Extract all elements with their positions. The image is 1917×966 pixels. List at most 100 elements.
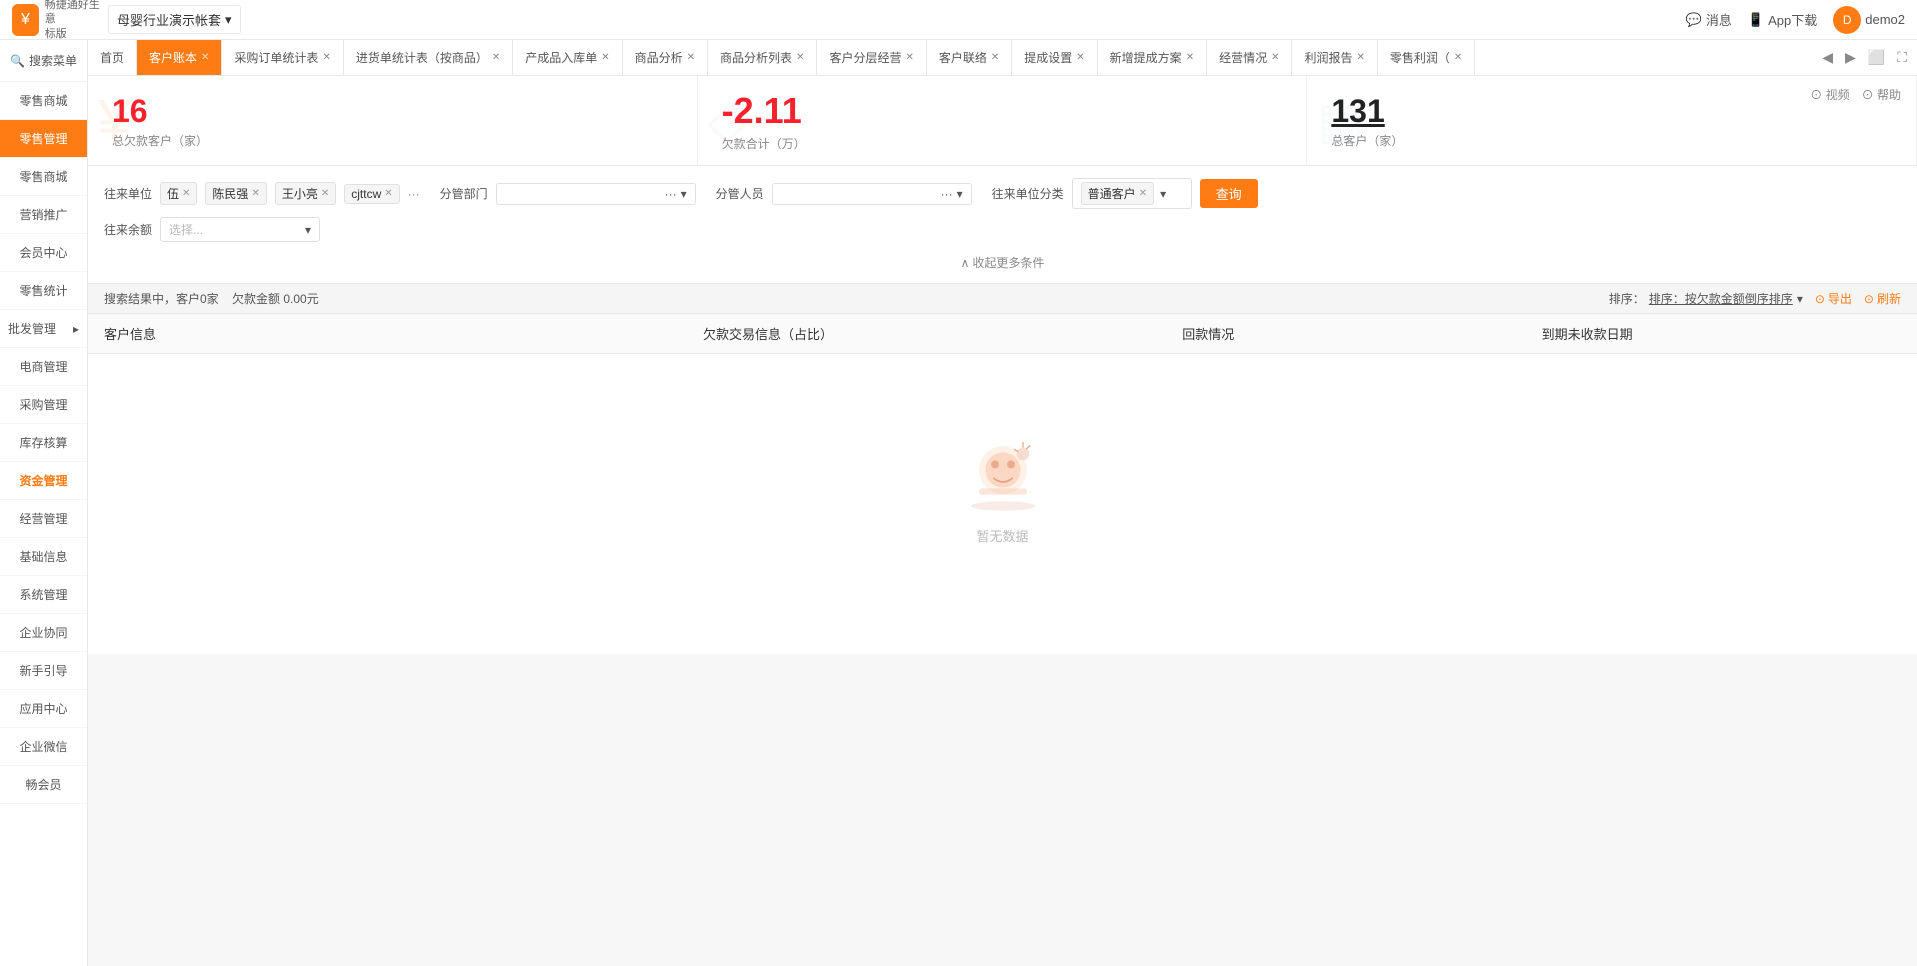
filter-row-1: 往来单位 伍 ✕ 陈民强 ✕ 王小亮 ✕ cjttcw [104,178,1901,209]
sidebar-item-marketing[interactable]: 营销推广 [0,196,87,234]
collapse-button[interactable]: ∧ 收起更多条件 [961,250,1045,275]
tab-close-icon[interactable]: ✕ [1454,52,1462,63]
query-button[interactable]: 查询 [1200,179,1258,208]
tab-fullscreen-button[interactable]: ⛶ [1893,47,1911,68]
page-content: ¥ 16 总欠款客户（家） ◇ -2.11 欠款合计（万） ▦ 131 总客户（… [88,76,1917,966]
tab-close-icon[interactable]: ✕ [601,52,609,63]
balance-selector[interactable]: 选择... ▾ [160,217,320,242]
sidebar-item-retail-mgmt[interactable]: 零售管理 [0,120,87,158]
filter-tag-wu: 伍 ✕ [160,182,197,205]
filter-tag-wangxiaoliang: 王小亮 ✕ [275,182,336,205]
remove-filter-chenminqiang[interactable]: ✕ [251,188,259,199]
tab-close-icon[interactable]: ✕ [687,52,695,63]
tab-close-icon[interactable]: ✕ [322,52,330,63]
tab-bar: 首页 客户账本 ✕ 采购订单统计表 ✕ 进货单统计表（按商品） ✕ 产成品入库单… [88,40,1917,76]
filter-more-tags[interactable]: ··· [408,187,420,201]
sidebar-item-app-center[interactable]: 应用中心 [0,690,87,728]
stat-top-actions: ⊙ 视频 ⊙ 帮助 [1810,86,1901,103]
stat-total-debt-amount: ◇ -2.11 欠款合计（万） [698,76,1308,165]
sidebar-item-inventory[interactable]: 库存核算 [0,424,87,462]
sidebar-item-finance[interactable]: 资金管理 [0,462,87,500]
topbar-left: ¥ 畅捷通好生意 标版 母婴行业演示帐套 ▾ [12,0,241,41]
chevron-down-icon: ▾ [957,187,963,201]
tab-new-push-plan[interactable]: 新增提成方案 ✕ [1098,40,1207,75]
table-col-overdue-date: 到期未收款日期 [1542,324,1901,343]
tab-prev-button[interactable]: ◀ [1818,47,1837,68]
tab-close-icon[interactable]: ✕ [905,52,913,63]
tab-customer-book[interactable]: 客户账本 ✕ [137,40,222,75]
tab-close-icon[interactable]: ✕ [1076,52,1084,63]
tab-close-icon[interactable]: ✕ [1186,52,1194,63]
sidebar-item-retail-stats[interactable]: 零售统计 [0,272,87,310]
org-selector[interactable]: 母婴行业演示帐套 ▾ [108,5,241,34]
filter-area: 往来单位 伍 ✕ 陈民强 ✕ 王小亮 ✕ cjttcw [88,166,1917,284]
tab-close-icon[interactable]: ✕ [492,52,500,63]
sidebar-item-corp-collab[interactable]: 企业协同 [0,614,87,652]
refresh-button[interactable]: ⊙ 刷新 [1864,290,1901,307]
tab-customer-contact[interactable]: 客户联络 ✕ [927,40,1012,75]
avatar: D [1833,6,1861,34]
unit-class-selector[interactable]: 普通客户 ✕ ▾ [1072,178,1192,209]
sidebar-item-ecommerce[interactable]: 电商管理 [0,348,87,386]
tab-product-analysis[interactable]: 商品分析 ✕ [623,40,708,75]
sidebar-item-quick-nav[interactable]: 零售商城 [0,82,87,120]
tab-expand-button[interactable]: ⬜ [1864,47,1889,68]
sidebar-item-corp-wechat[interactable]: 企业微信 [0,728,87,766]
tab-close-icon[interactable]: ✕ [201,52,209,63]
table-col-customer-info: 客户信息 [104,324,703,343]
sidebar-item-retail-mall[interactable]: 零售商城 [0,158,87,196]
remove-filter-cjttcw[interactable]: ✕ [384,188,392,199]
sidebar-item-basic-info[interactable]: 基础信息 [0,538,87,576]
main-layout: 🔍 搜索菜单 零售商城 零售管理 零售商城 营销推广 会员中心 零售统计 批发管… [0,40,1917,966]
tab-customer-tier[interactable]: 客户分层经营 ✕ [817,40,926,75]
sidebar-item-member-center[interactable]: 会员中心 [0,234,87,272]
chevron-right-icon: ▸ [73,322,79,336]
tab-purchase-stats-product[interactable]: 进货单统计表（按商品） ✕ [344,40,513,75]
collapse-icon: ∧ [961,256,970,270]
person-selector[interactable]: ··· ▾ [772,183,972,205]
tab-profit-report[interactable]: 利润报告 ✕ [1292,40,1377,75]
tab-ops-situation[interactable]: 经营情况 ✕ [1207,40,1292,75]
sidebar-item-newbie[interactable]: 新手引导 [0,652,87,690]
app-download-button[interactable]: 📱 App下载 [1748,10,1817,29]
table-container: 客户信息 欠款交易信息（占比） 回款情况 到期未收款日期 [88,314,1917,654]
tab-purchase-order-stats[interactable]: 采购订单统计表 ✕ [222,40,343,75]
user-menu[interactable]: D demo2 [1833,6,1905,34]
tab-production-instock[interactable]: 产成品入库单 ✕ [513,40,622,75]
tab-close-icon[interactable]: ✕ [796,52,804,63]
tab-actions: ◀ ▶ ⬜ ⛶ [1812,47,1917,68]
table-col-debt-info: 欠款交易信息（占比） [703,324,1182,343]
logo-text: 畅捷通好生意 标版 [45,0,100,41]
tab-close-icon[interactable]: ✕ [991,52,999,63]
sidebar-item-ops[interactable]: 经营管理 [0,500,87,538]
sidebar: 🔍 搜索菜单 零售商城 零售管理 零售商城 营销推广 会员中心 零售统计 批发管… [0,40,88,966]
sidebar-item-wholesale-mgmt[interactable]: 批发管理 ▸ [0,310,87,348]
help-action[interactable]: ⊙ 帮助 [1862,86,1901,103]
tab-push-settings[interactable]: 提成设置 ✕ [1012,40,1097,75]
sidebar-item-purchase[interactable]: 采购管理 [0,386,87,424]
chevron-down-icon: ▾ [225,12,232,28]
tab-close-icon[interactable]: ✕ [1357,52,1365,63]
chevron-down-icon: ▾ [1797,292,1803,306]
dept-selector[interactable]: ··· ▾ [496,183,696,205]
tab-home[interactable]: 首页 [88,40,137,75]
message-icon: 💬 [1686,12,1702,28]
remove-filter-wangxiaoliang[interactable]: ✕ [321,188,329,199]
export-button[interactable]: ⊙ 导出 [1815,290,1852,307]
chevron-down-icon: ▾ [305,223,311,237]
tab-product-analysis-list[interactable]: 商品分析列表 ✕ [708,40,817,75]
remove-unit-class-tag[interactable]: ✕ [1139,188,1147,199]
remove-filter-wu[interactable]: ✕ [182,188,190,199]
video-action[interactable]: ⊙ 视频 [1810,86,1849,103]
tab-retail-profit[interactable]: 零售利润（ ✕ [1378,40,1475,75]
tab-next-button[interactable]: ▶ [1841,47,1860,68]
search-menu-button[interactable]: 🔍 搜索菜单 [6,48,81,73]
logo-icon: ¥ [12,4,39,36]
refresh-icon: ⊙ [1864,292,1874,306]
message-button[interactable]: 💬 消息 [1686,10,1732,29]
tab-close-icon[interactable]: ✕ [1271,52,1279,63]
sort-selector[interactable]: 排序： 排序：按欠款金额倒序排序 ▾ [1609,290,1803,307]
sidebar-item-sys-mgmt[interactable]: 系统管理 [0,576,87,614]
sidebar-item-vip-member[interactable]: 畅会员 [0,766,87,804]
table-col-repayment: 回款情况 [1182,324,1541,343]
